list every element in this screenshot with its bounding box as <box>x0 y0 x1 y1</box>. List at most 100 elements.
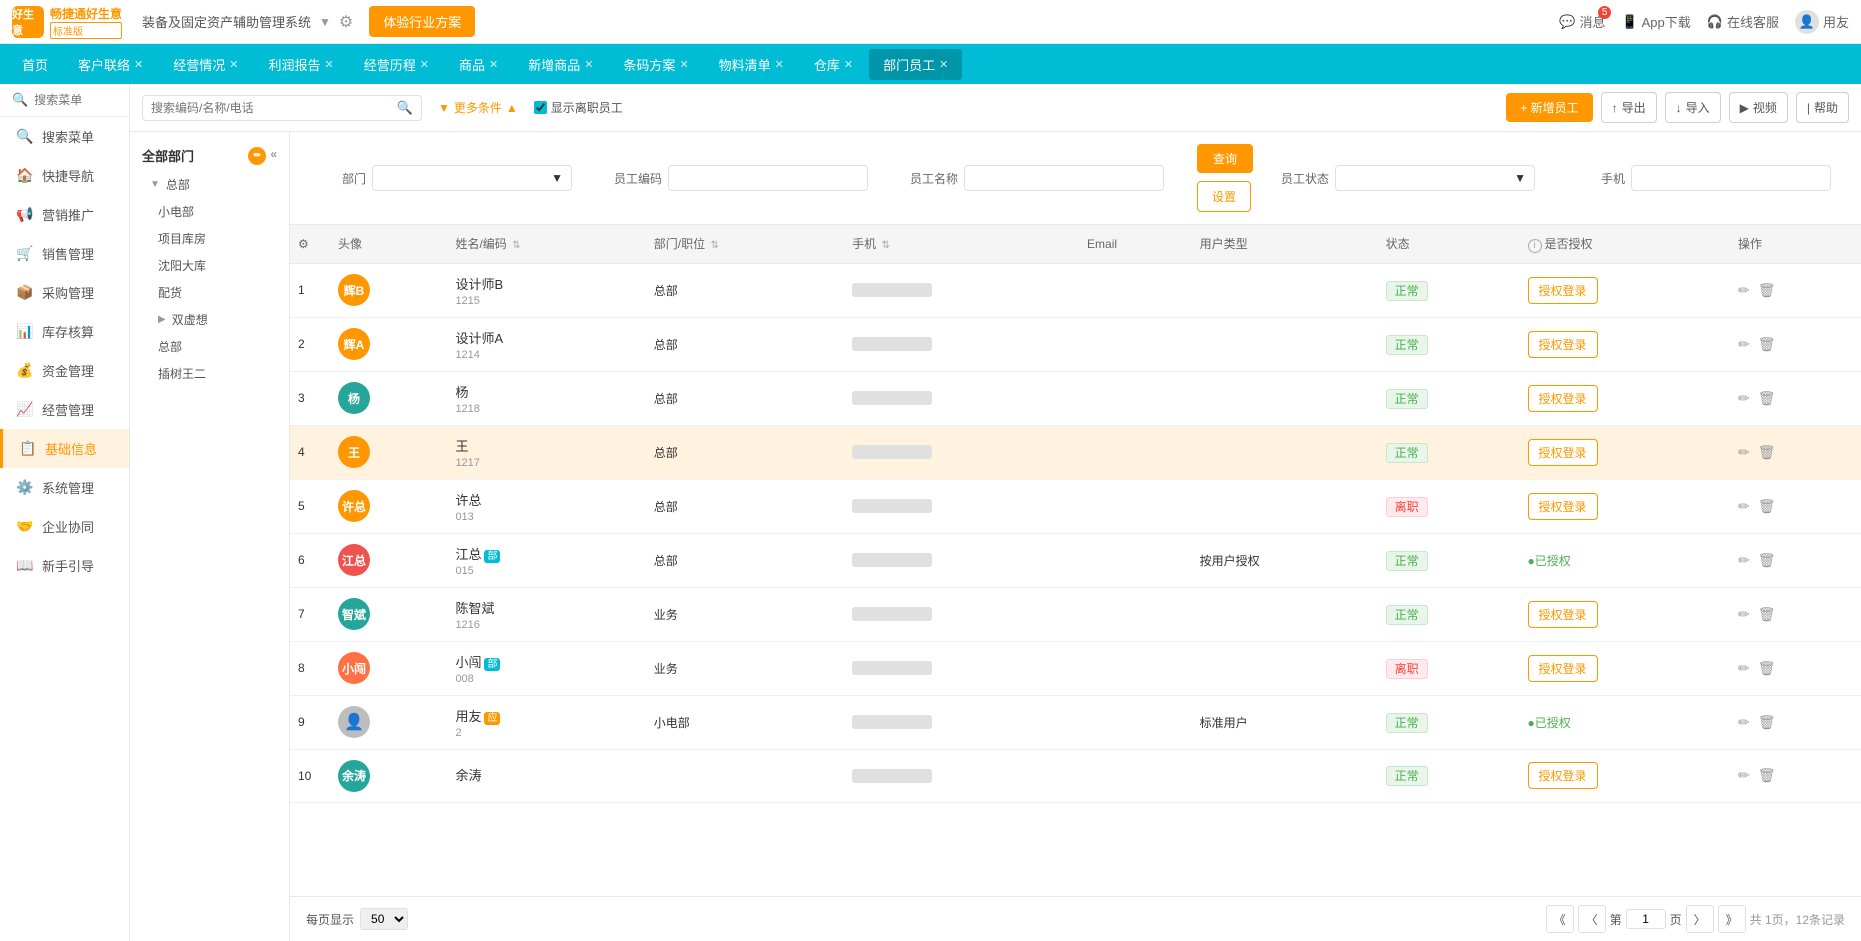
delete-icon[interactable]: 🗑 <box>1758 714 1776 731</box>
nav-tab-仓库[interactable]: 仓库 ✕ <box>800 49 867 80</box>
view-button[interactable]: ▶ 视频 <box>1729 92 1788 123</box>
delete-icon[interactable]: 🗑 <box>1758 767 1776 784</box>
dept-tree-item[interactable]: 配货 <box>130 279 289 306</box>
delete-icon[interactable]: 🗑 <box>1758 444 1776 461</box>
tab-close-icon[interactable]: ✕ <box>584 58 593 71</box>
nav-tab-经营历程[interactable]: 经营历程 ✕ <box>350 49 443 80</box>
page-size-select[interactable]: 50 <box>360 908 408 930</box>
sidebar-search-input[interactable] <box>34 93 114 107</box>
delete-icon[interactable]: 🗑 <box>1758 660 1776 677</box>
dept-tree-item[interactable]: 总部 <box>130 333 289 360</box>
sidebar-item-system[interactable]: ⚙️系统管理 <box>0 468 129 507</box>
delete-icon[interactable]: 🗑 <box>1758 606 1776 623</box>
col-dept[interactable]: 部门/职位 ⇅ <box>646 225 844 263</box>
tab-close-icon[interactable]: ✕ <box>134 58 143 71</box>
nav-tab-条码方案[interactable]: 条码方案 ✕ <box>609 49 702 80</box>
edit-icon[interactable]: ✏ <box>1738 498 1750 515</box>
dept-tree-item[interactable]: 沈阳大库 <box>130 252 289 279</box>
user-btn[interactable]: 👤 用友 <box>1795 10 1849 34</box>
first-page-btn[interactable]: 《 <box>1546 905 1574 933</box>
tab-close-icon[interactable]: ✕ <box>775 58 784 71</box>
dept-edit-icon[interactable]: ✏ <box>248 147 266 165</box>
tab-close-icon[interactable]: ✕ <box>325 58 334 71</box>
dept-tree-item[interactable]: 项目库房 <box>130 225 289 252</box>
authorize-button[interactable]: 授权登录 <box>1528 331 1598 358</box>
search-input[interactable] <box>151 101 391 115</box>
tab-close-icon[interactable]: ✕ <box>844 58 853 71</box>
filter-dept-select[interactable]: ▼ <box>372 165 572 191</box>
sidebar-item-collab[interactable]: 🤝企业协同 <box>0 507 129 546</box>
filter-name-input[interactable] <box>964 165 1164 191</box>
delete-icon[interactable]: 🗑 <box>1758 552 1776 569</box>
delete-icon[interactable]: 🗑 <box>1758 282 1776 299</box>
delete-icon[interactable]: 🗑 <box>1758 498 1776 515</box>
nav-tab-客户联络[interactable]: 客户联络 ✕ <box>64 49 157 80</box>
authorize-button[interactable]: 授权登录 <box>1528 655 1598 682</box>
sidebar-item-quick[interactable]: 🏠快捷导航 <box>0 156 129 195</box>
nav-tab-首页[interactable]: 首页 <box>8 49 62 80</box>
edit-icon[interactable]: ✏ <box>1738 660 1750 677</box>
show-departed-toggle[interactable]: 显示离职员工 <box>534 99 623 116</box>
nav-tab-利润报告[interactable]: 利润报告 ✕ <box>254 49 347 80</box>
import-button[interactable]: ↓ 导入 <box>1665 92 1721 123</box>
sidebar-item-inventory[interactable]: 📊库存核算 <box>0 312 129 351</box>
setting-button[interactable]: 设置 <box>1197 181 1251 212</box>
last-page-btn[interactable]: 》 <box>1718 905 1746 933</box>
dept-tree-item[interactable]: ▼总部 <box>130 171 289 198</box>
tab-close-icon[interactable]: ✕ <box>489 58 498 71</box>
sidebar-item-basic[interactable]: 📋基础信息 <box>0 429 129 468</box>
delete-icon[interactable]: 🗑 <box>1758 336 1776 353</box>
help-button[interactable]: | 帮助 <box>1796 92 1849 123</box>
tab-close-icon[interactable]: ✕ <box>939 58 948 71</box>
nav-tab-新增商品[interactable]: 新增商品 ✕ <box>514 49 607 80</box>
tab-close-icon[interactable]: ✕ <box>229 58 238 71</box>
authorize-button[interactable]: 授权登录 <box>1528 493 1598 520</box>
col-settings[interactable]: ⚙ <box>290 225 330 263</box>
authorize-button[interactable]: 授权登录 <box>1528 601 1598 628</box>
sidebar-item-finance[interactable]: 💰资金管理 <box>0 351 129 390</box>
tab-close-icon[interactable]: ✕ <box>679 58 688 71</box>
show-departed-checkbox[interactable] <box>534 101 547 114</box>
dept-tree-item[interactable]: 插树王二 <box>130 360 289 387</box>
sidebar-item-operations[interactable]: 📈经营管理 <box>0 390 129 429</box>
prev-page-btn[interactable]: 〈 <box>1578 905 1606 933</box>
message-btn[interactable]: 💬 消息 5 <box>1559 12 1605 31</box>
edit-icon[interactable]: ✏ <box>1738 606 1750 623</box>
sidebar-item-marketing[interactable]: 📢营销推广 <box>0 195 129 234</box>
search-button[interactable]: 查询 <box>1197 144 1253 173</box>
delete-icon[interactable]: 🗑 <box>1758 390 1776 407</box>
more-filters-btn[interactable]: ▼ 更多条件 ▲ <box>430 99 526 116</box>
edit-icon[interactable]: ✏ <box>1738 714 1750 731</box>
app-download-btn[interactable]: 📱 App下载 <box>1621 12 1690 31</box>
filter-phone-input[interactable] <box>1631 165 1831 191</box>
next-page-btn[interactable]: 〉 <box>1686 905 1714 933</box>
page-input[interactable] <box>1626 909 1666 929</box>
edit-icon[interactable]: ✏ <box>1738 282 1750 299</box>
edit-icon[interactable]: ✏ <box>1738 390 1750 407</box>
tab-close-icon[interactable]: ✕ <box>420 58 429 71</box>
col-name[interactable]: 姓名/编码 ⇅ <box>447 225 645 263</box>
dept-tree-item[interactable]: 小电部 <box>130 198 289 225</box>
sidebar-item-guide[interactable]: 📖新手引导 <box>0 546 129 585</box>
add-employee-button[interactable]: + 新增员工 <box>1506 93 1592 122</box>
service-btn[interactable]: 🎧 在线客服 <box>1707 12 1779 31</box>
nav-tab-经营情况[interactable]: 经营情况 ✕ <box>159 49 252 80</box>
edit-icon[interactable]: ✏ <box>1738 552 1750 569</box>
system-dropdown-icon[interactable]: ▼ <box>319 15 331 29</box>
sidebar-item-purchase[interactable]: 📦采购管理 <box>0 273 129 312</box>
nav-tab-物料清单[interactable]: 物料清单 ✕ <box>705 49 798 80</box>
nav-tab-商品[interactable]: 商品 ✕ <box>445 49 512 80</box>
nav-tab-部门员工[interactable]: 部门员工 ✕ <box>869 49 962 80</box>
export-button[interactable]: ↑ 导出 <box>1601 92 1657 123</box>
edit-icon[interactable]: ✏ <box>1738 767 1750 784</box>
edit-icon[interactable]: ✏ <box>1738 336 1750 353</box>
authorize-button[interactable]: 授权登录 <box>1528 439 1598 466</box>
dept-tree-item[interactable]: ▶双虚想 <box>130 306 289 333</box>
col-phone[interactable]: 手机 ⇅ <box>844 225 1079 263</box>
dept-collapse-icon[interactable]: « <box>270 147 277 165</box>
edit-icon[interactable]: ✏ <box>1738 444 1750 461</box>
filter-code-input[interactable] <box>668 165 868 191</box>
sidebar-item-sales[interactable]: 🛒销售管理 <box>0 234 129 273</box>
filter-status-select[interactable]: ▼ <box>1335 165 1535 191</box>
authorize-button[interactable]: 授权登录 <box>1528 385 1598 412</box>
